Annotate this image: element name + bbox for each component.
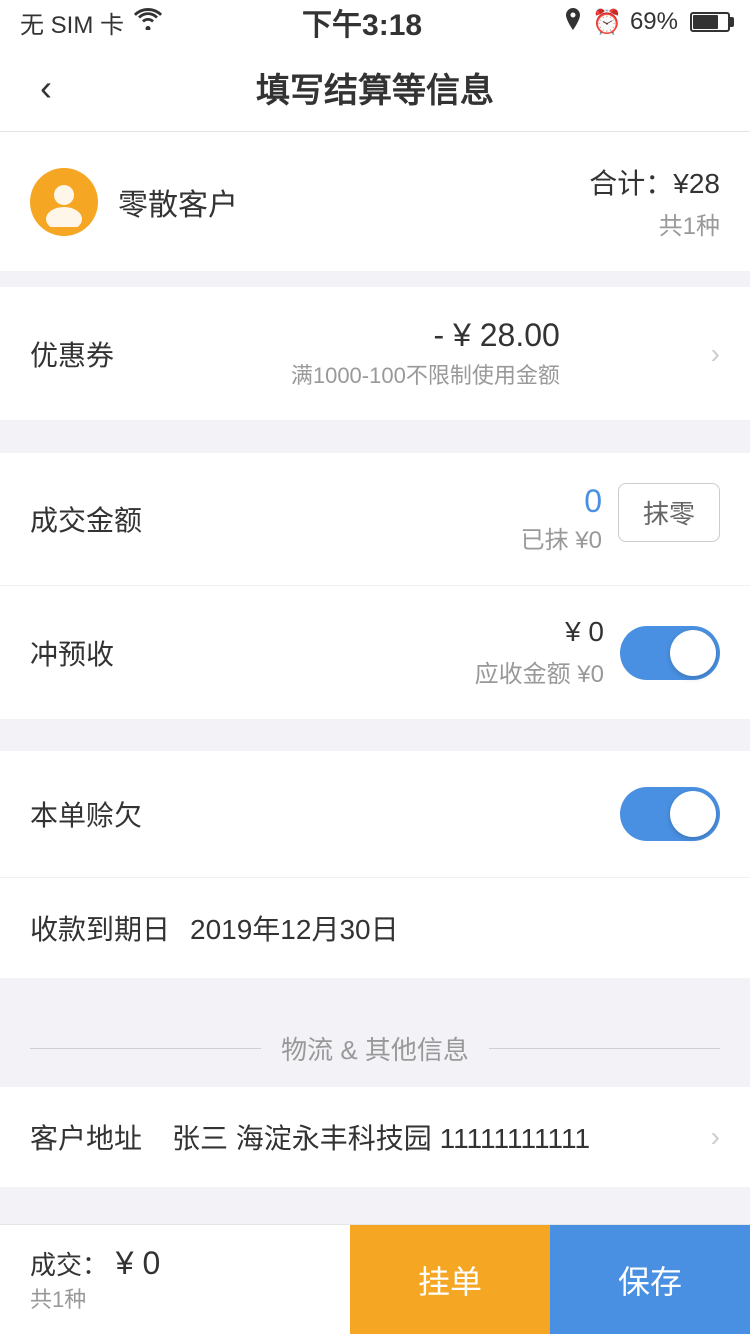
advance-right: ¥ 0 应收金额 ¥0	[150, 616, 720, 689]
section-divider-3	[0, 994, 750, 1010]
page-title: 填写结算等信息	[256, 63, 494, 112]
coupon-label: 优惠券	[30, 334, 150, 374]
battery-percent: 69%	[630, 8, 678, 36]
save-button[interactable]: 保存	[550, 1225, 750, 1334]
debt-label: 本单赊欠	[30, 794, 150, 834]
coupon-right: - ¥ 28.00 满1000-100不限制使用金额	[291, 317, 560, 390]
advance-toggle-thumb	[670, 630, 716, 676]
bottom-deal-line: 成交： ¥ 0	[30, 1245, 320, 1282]
bottom-deal-count: 共1种	[30, 1282, 320, 1314]
customer-row: 零散客户 合计：¥28 共1种	[0, 132, 750, 271]
customer-section: 零散客户 合计：¥28 共1种	[0, 132, 750, 271]
address-label: 客户地址	[30, 1117, 142, 1157]
sim-label: 无 SIM 卡	[20, 5, 124, 40]
section-divider-1	[0, 437, 750, 453]
location-icon	[562, 8, 584, 37]
advance-sub: 应收金额 ¥0	[475, 654, 604, 689]
status-right: ⏰ 69%	[562, 8, 730, 37]
customer-summary: 合计：¥28 共1种	[589, 162, 720, 241]
total-amount: 合计：¥28	[589, 162, 720, 202]
content: 零散客户 合计：¥28 共1种 优惠券 - ¥ 28.00 满1000-100不…	[0, 132, 750, 1323]
round-button[interactable]: 抹零	[618, 483, 720, 542]
logistics-label: 物流 & 其他信息	[281, 1030, 469, 1067]
status-left: 无 SIM 卡	[20, 5, 162, 40]
transaction-sub: 已抹 ¥0	[521, 520, 602, 555]
due-date-row[interactable]: 收款到期日 2019年12月30日	[0, 878, 750, 978]
logistics-divider: 物流 & 其他信息	[0, 1010, 750, 1087]
alarm-icon: ⏰	[592, 8, 622, 37]
transaction-amount[interactable]: 0	[521, 483, 602, 520]
coupon-row[interactable]: 优惠券 - ¥ 28.00 满1000-100不限制使用金额 ›	[0, 287, 750, 421]
transaction-amount-col: 0 已抹 ¥0	[521, 483, 602, 555]
transaction-label: 成交金额	[30, 499, 150, 539]
debt-toggle-thumb	[670, 791, 716, 837]
bottom-summary: 成交： ¥ 0 共1种	[0, 1245, 350, 1314]
coupon-desc: 满1000-100不限制使用金额	[291, 358, 560, 390]
advance-label: 冲预收	[30, 633, 150, 673]
address-value: 张三 海淀永丰科技园 11111111111	[172, 1117, 681, 1157]
advance-amount: ¥ 0	[565, 616, 604, 648]
customer-left: 零散客户	[30, 168, 238, 236]
address-section[interactable]: 客户地址 张三 海淀永丰科技园 11111111111 ›	[0, 1087, 750, 1187]
debt-toggle[interactable]	[620, 787, 720, 841]
advance-toggle[interactable]	[620, 626, 720, 680]
debt-toggle-track	[620, 787, 720, 841]
bottom-deal-amount: ¥ 0	[116, 1245, 160, 1281]
transaction-section: 成交金额 0 已抹 ¥0 抹零 冲预收 ¥ 0 应收金额 ¥0	[0, 453, 750, 719]
due-date-label: 收款到期日	[30, 908, 170, 948]
address-chevron-icon: ›	[711, 1121, 720, 1153]
customer-name: 零散客户	[118, 180, 238, 224]
coupon-amount: - ¥ 28.00	[291, 317, 560, 354]
bottom-bar: 成交： ¥ 0 共1种 挂单 保存	[0, 1224, 750, 1334]
advance-toggle-track	[620, 626, 720, 680]
hang-button[interactable]: 挂单	[350, 1225, 550, 1334]
back-button[interactable]: ‹	[30, 57, 62, 119]
due-date-value: 2019年12月30日	[190, 908, 399, 948]
debt-row: 本单赊欠	[0, 751, 750, 878]
status-time: 下午3:18	[302, 0, 422, 44]
customer-avatar	[30, 168, 98, 236]
status-bar: 无 SIM 卡 下午3:18 ⏰ 69%	[0, 0, 750, 44]
wifi-icon	[134, 8, 162, 37]
divider-line-left	[30, 1048, 261, 1049]
nav-bar: ‹ 填写结算等信息	[0, 44, 750, 132]
debt-section: 本单赊欠 收款到期日 2019年12月30日	[0, 751, 750, 978]
bottom-deal-label: 成交：	[30, 1250, 108, 1280]
coupon-chevron-icon: ›	[711, 338, 720, 370]
transaction-row: 成交金额 0 已抹 ¥0 抹零	[0, 453, 750, 586]
section-divider-2	[0, 735, 750, 751]
advance-row: 冲预收 ¥ 0 应收金额 ¥0	[0, 586, 750, 719]
transaction-right: 0 已抹 ¥0 抹零	[521, 483, 720, 555]
item-count: 共1种	[589, 206, 720, 241]
advance-amount-col: ¥ 0 应收金额 ¥0	[475, 616, 604, 689]
battery-icon	[690, 12, 730, 32]
address-row[interactable]: 客户地址 张三 海淀永丰科技园 11111111111 ›	[0, 1087, 750, 1187]
coupon-section[interactable]: 优惠券 - ¥ 28.00 满1000-100不限制使用金额 ›	[0, 287, 750, 421]
divider-line-right	[489, 1048, 720, 1049]
